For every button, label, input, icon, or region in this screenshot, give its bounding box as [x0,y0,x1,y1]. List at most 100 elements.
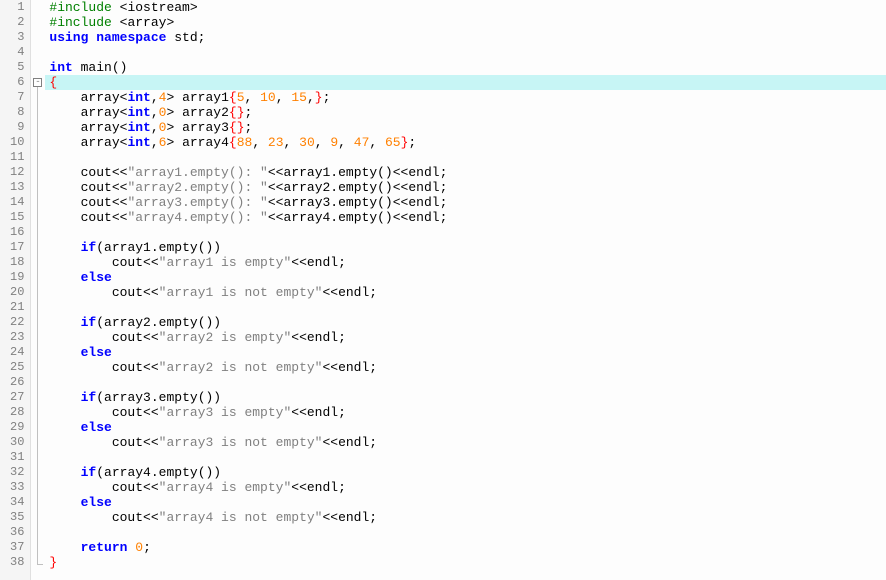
code-line[interactable]: cout<<"array4 is empty"<<endl; [45,480,886,495]
code-line[interactable]: else [45,495,886,510]
code-token: << [112,180,128,195]
code-token: array4 [174,135,229,150]
code-token [49,270,80,285]
line-number-gutter: 1234567891011121314151617181920212223242… [0,0,31,580]
code-token: << [143,255,159,270]
code-line[interactable]: cout<<"array1 is not empty"<<endl; [45,285,886,300]
code-area[interactable]: #include <iostream>#include <array>using… [45,0,886,580]
code-token: array [127,15,166,30]
code-line[interactable] [45,225,886,240]
code-line[interactable]: cout<<"array2.empty(): "<<array2.empty()… [45,180,886,195]
code-line[interactable]: #include <array> [45,15,886,30]
code-line[interactable]: cout<<"array4 is not empty"<<endl; [45,510,886,525]
code-token: << [322,285,338,300]
code-line[interactable]: } [45,555,886,570]
code-line[interactable]: if(array2.empty()) [45,315,886,330]
code-line[interactable] [45,150,886,165]
code-token: , [245,90,261,105]
code-token: array4 [104,465,151,480]
code-line[interactable] [45,300,886,315]
code-token: "array4 is not empty" [159,510,323,525]
code-token [49,240,80,255]
code-line[interactable] [45,375,886,390]
code-token: else [81,495,112,510]
code-line[interactable]: cout<<"array2 is empty"<<endl; [45,330,886,345]
code-line[interactable]: cout<<"array3.empty(): "<<array3.empty()… [45,195,886,210]
code-token: 5 [237,90,245,105]
code-token: array2 [174,105,229,120]
code-token: { [229,90,237,105]
code-token: << [143,330,159,345]
code-token: cout [49,435,143,450]
code-line[interactable]: if(array4.empty()) [45,465,886,480]
fold-toggle-icon[interactable]: - [33,78,42,87]
code-line[interactable]: cout<<"array3 is not empty"<<endl; [45,435,886,450]
fold-column[interactable]: - [31,0,45,580]
code-token [49,465,80,480]
code-line[interactable]: cout<<"array4.empty(): "<<array4.empty()… [45,210,886,225]
code-line[interactable]: else [45,420,886,435]
code-token: << [291,255,307,270]
code-token: ; [338,480,346,495]
code-token: ( [96,390,104,405]
code-token: << [322,510,338,525]
code-line[interactable]: int main() [45,60,886,75]
code-token: , [284,135,300,150]
line-number: 29 [0,420,30,435]
code-line[interactable]: using namespace std; [45,30,886,45]
code-token: main [73,60,112,75]
code-token: << [322,360,338,375]
code-line[interactable]: else [45,345,886,360]
code-token: else [81,420,112,435]
code-line[interactable] [45,450,886,465]
code-line[interactable]: array<int,4> array1{5, 10, 15,}; [45,90,886,105]
code-editor[interactable]: 1234567891011121314151617181920212223242… [0,0,886,580]
code-token: array [49,120,119,135]
code-line[interactable]: cout<<"array3 is empty"<<endl; [45,405,886,420]
code-token: << [143,360,159,375]
code-token: cout [49,405,143,420]
code-token: { [229,135,237,150]
code-line[interactable]: { [45,75,886,90]
code-token: > [166,15,174,30]
code-line[interactable]: cout<<"array1 is empty"<<endl; [45,255,886,270]
code-token: . [330,210,338,225]
code-token: array4 [283,210,330,225]
code-line[interactable]: if(array3.empty()) [45,390,886,405]
code-token: #include [49,15,119,30]
code-line[interactable]: array<int,0> array2{}; [45,105,886,120]
code-line[interactable]: cout<<"array2 is not empty"<<endl; [45,360,886,375]
code-token: () [198,465,214,480]
code-line[interactable]: if(array1.empty()) [45,240,886,255]
code-token: int [127,120,150,135]
code-token: ; [440,195,448,210]
code-token: endl [338,435,369,450]
code-token: ; [369,435,377,450]
line-number: 36 [0,525,30,540]
code-token: array [49,135,119,150]
code-line[interactable]: return 0; [45,540,886,555]
code-token [49,540,80,555]
code-token: array2 [104,315,151,330]
code-token: empty [338,180,377,195]
code-line[interactable] [45,45,886,60]
code-token: endl [307,330,338,345]
code-token: 30 [299,135,315,150]
code-line[interactable]: array<int,0> array3{}; [45,120,886,135]
code-token: array [49,90,119,105]
code-token: "array2.empty(): " [127,180,267,195]
code-line[interactable]: cout<<"array1.empty(): "<<array1.empty()… [45,165,886,180]
code-token: endl [307,255,338,270]
code-line[interactable]: #include <iostream> [45,0,886,15]
line-number: 2 [0,15,30,30]
code-line[interactable]: array<int,6> array4{88, 23, 30, 9, 47, 6… [45,135,886,150]
code-token: ; [440,165,448,180]
code-token: array [49,105,119,120]
code-token: endl [338,360,369,375]
code-line[interactable] [45,525,886,540]
line-number: 19 [0,270,30,285]
code-token: cout [49,180,111,195]
code-token: endl [408,210,439,225]
code-line[interactable]: else [45,270,886,285]
line-number: 3 [0,30,30,45]
